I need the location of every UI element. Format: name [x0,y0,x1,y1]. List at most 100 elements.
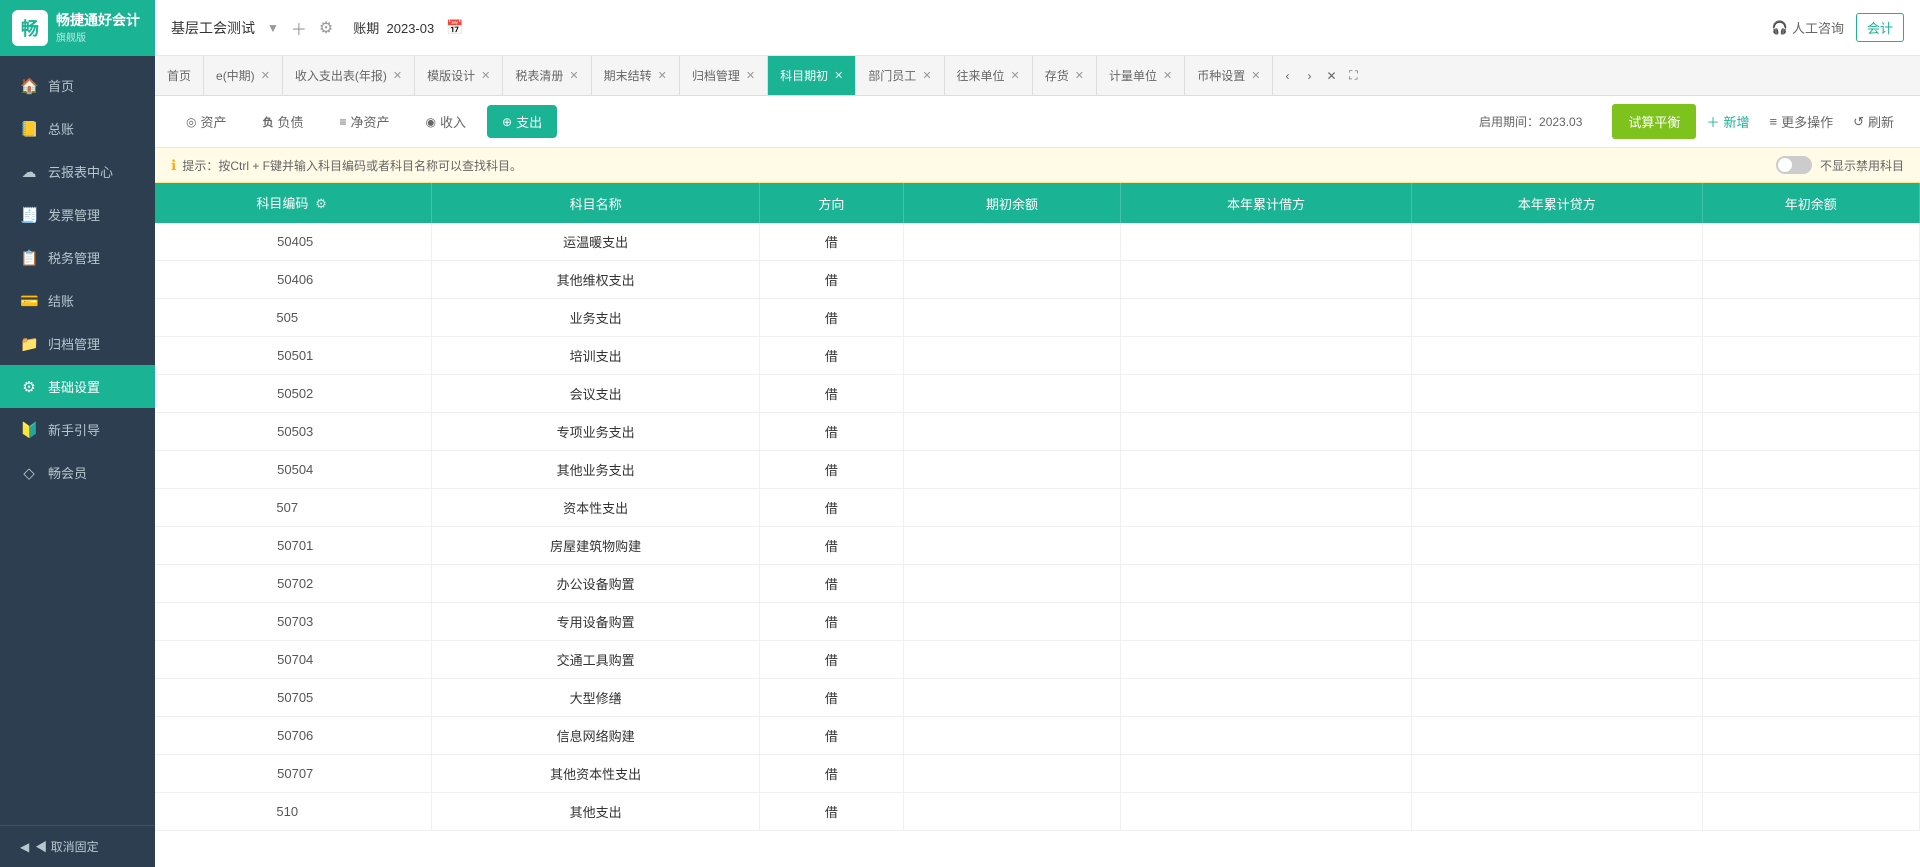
help-button[interactable]: 🎧 人工咨询 [1772,18,1844,37]
sidebar-item-checkout[interactable]: 💳 结账 [0,279,155,322]
tab-currency[interactable]: 币种设置 ✕ [1185,56,1273,96]
table-row[interactable]: 50501 培训支出 借 [155,337,1920,375]
tab-scroll-left-icon[interactable]: ‹ [1277,66,1297,86]
tab-scroll-right-icon[interactable]: › [1299,66,1319,86]
subtab-label: 资产 [200,112,226,131]
subtab-income[interactable]: ◉ 收入 [411,105,482,138]
subtab-equity[interactable]: ≡ 净资产 [325,105,405,138]
sidebar-item-home[interactable]: 🏠 首页 [0,64,155,107]
cell-ytd-debit [1121,717,1412,755]
sidebar-nav: 🏠 首页 📒 总账 ☁ 云报表中心 🧾 发票管理 📋 税务管理 💳 结账 📁 归… [0,56,155,825]
tab-inventory[interactable]: 存货 ✕ [1033,56,1097,96]
table-row[interactable]: 50702 办公设备购置 借 [155,565,1920,603]
tab-home[interactable]: 首页 [155,56,204,96]
tab-close-icon[interactable]: ✕ [261,69,270,82]
disable-toggle[interactable] [1776,156,1812,174]
tab-income-report[interactable]: 收入支出表(年报) ✕ [283,56,415,96]
tab-close-icon[interactable]: ✕ [834,69,843,82]
tab-period-mid[interactable]: е(中期) ✕ [204,56,283,96]
cell-ytd-debit [1121,641,1412,679]
table-row[interactable]: 50705 大型修缮 借 [155,679,1920,717]
cell-direction: 借 [759,603,903,641]
table-row[interactable]: 50703 专用设备购置 借 [155,603,1920,641]
table-row[interactable]: 50706 信息网络购建 借 [155,717,1920,755]
sidebar-item-guide[interactable]: 🔰 新手引导 [0,408,155,451]
logo-name: 畅捷通好会计 [56,12,140,29]
cell-year-begin [1702,299,1919,337]
cell-code: 50701 [155,527,432,565]
cell-code: 50705 [155,679,432,717]
table-row[interactable]: 50502 会议支出 借 [155,375,1920,413]
cell-name: 培训支出 [432,337,759,375]
table-row[interactable]: 510 其他支出 借 [155,793,1920,831]
refresh-button[interactable]: ↺ 刷新 [1843,112,1904,131]
sidebar-item-invoice[interactable]: 🧾 发票管理 [0,193,155,236]
sidebar-item-ledger[interactable]: 📒 总账 [0,107,155,150]
tab-period-end[interactable]: 期末结转 ✕ [592,56,680,96]
sidebar-pin-toggle[interactable]: ◀ ◀ 取消固定 [0,825,155,867]
table-row[interactable]: 50504 其他业务支出 借 [155,451,1920,489]
table-row[interactable]: 50503 专项业务支出 借 [155,413,1920,451]
tab-close-icon[interactable]: ✕ [481,69,490,82]
table-row[interactable]: 50707 其他资本性支出 借 [155,755,1920,793]
table-row[interactable]: 50405 运温暖支出 借 [155,223,1920,261]
subtab-liability[interactable]: 负 负债 [248,105,319,138]
tab-close-icon[interactable]: ✕ [1011,69,1020,82]
tab-close-icon[interactable]: ✕ [1075,69,1084,82]
tab-partner[interactable]: 往来单位 ✕ [945,56,1033,96]
tab-close-icon[interactable]: ✕ [922,69,931,82]
more-button[interactable]: ≡ 更多操作 [1759,112,1843,131]
tab-close-icon[interactable]: ✕ [746,69,755,82]
tab-maximize-icon[interactable]: ⛶ [1343,66,1363,86]
cell-period-balance [903,717,1120,755]
cell-ytd-debit [1121,793,1412,831]
setting-gear-icon[interactable]: ⚙ [319,18,333,38]
tab-department[interactable]: 部门员工 ✕ [856,56,944,96]
tab-label: 计量单位 [1109,67,1157,84]
title-dropdown-icon[interactable]: ▼ [267,21,279,35]
cell-direction: 借 [759,337,903,375]
subtab-asset[interactable]: ◎ 资产 [171,105,242,138]
sidebar-item-member[interactable]: ◇ 畅会员 [0,451,155,494]
cell-year-begin [1702,527,1919,565]
tab-close-all-icon[interactable]: ✕ [1321,66,1341,86]
tab-archive[interactable]: 归档管理 ✕ [680,56,768,96]
tab-template[interactable]: 模版设计 ✕ [415,56,503,96]
calendar-icon[interactable]: 📅 [446,19,463,36]
sidebar-item-reports[interactable]: ☁ 云报表中心 [0,150,155,193]
cell-direction: 借 [759,755,903,793]
table-row[interactable]: 507 资本性支出 借 [155,489,1920,527]
table-row[interactable]: 50406 其他维权支出 借 [155,261,1920,299]
tab-label: 往来单位 [957,67,1005,84]
tab-tax-clear[interactable]: 税表清册 ✕ [503,56,591,96]
add-tab-icon[interactable]: ＋ [291,16,307,40]
table-row[interactable]: 50704 交通工具购置 借 [155,641,1920,679]
cell-code: 50702 [155,565,432,603]
subtab-expense[interactable]: ⊕ 支出 [487,105,557,138]
tab-close-icon[interactable]: ✕ [658,69,667,82]
account-button[interactable]: 会计 [1856,13,1904,42]
sidebar-item-label: 归档管理 [48,334,100,353]
tab-subject-init[interactable]: 科目期初 ✕ [768,56,856,96]
tab-close-icon[interactable]: ✕ [1163,69,1172,82]
cell-code: 50504 [155,451,432,489]
table-row[interactable]: 505 业务支出 借 [155,299,1920,337]
add-button[interactable]: ＋ 新增 [1696,112,1759,131]
period-display: 启用期间：2023.03 [1479,113,1582,130]
col-settings-icon[interactable]: ⚙ [312,195,330,213]
cell-direction: 借 [759,223,903,261]
tab-close-icon[interactable]: ✕ [569,69,578,82]
logo-icon: 畅 [12,10,48,46]
cell-code: 50406 [155,261,432,299]
cell-ytd-credit [1411,337,1702,375]
table-row[interactable]: 50701 房屋建筑物购建 借 [155,527,1920,565]
cell-period-balance [903,603,1120,641]
sidebar-item-tax[interactable]: 📋 税务管理 [0,236,155,279]
balance-button[interactable]: 试算平衡 [1612,104,1696,139]
tab-unit[interactable]: 计量单位 ✕ [1097,56,1185,96]
tab-close-icon[interactable]: ✕ [1251,69,1260,82]
liability-icon: 负 [263,114,274,130]
sidebar-item-settings[interactable]: ⚙ 基础设置 [0,365,155,408]
sidebar-item-archive[interactable]: 📁 归档管理 [0,322,155,365]
tab-close-icon[interactable]: ✕ [393,69,402,82]
